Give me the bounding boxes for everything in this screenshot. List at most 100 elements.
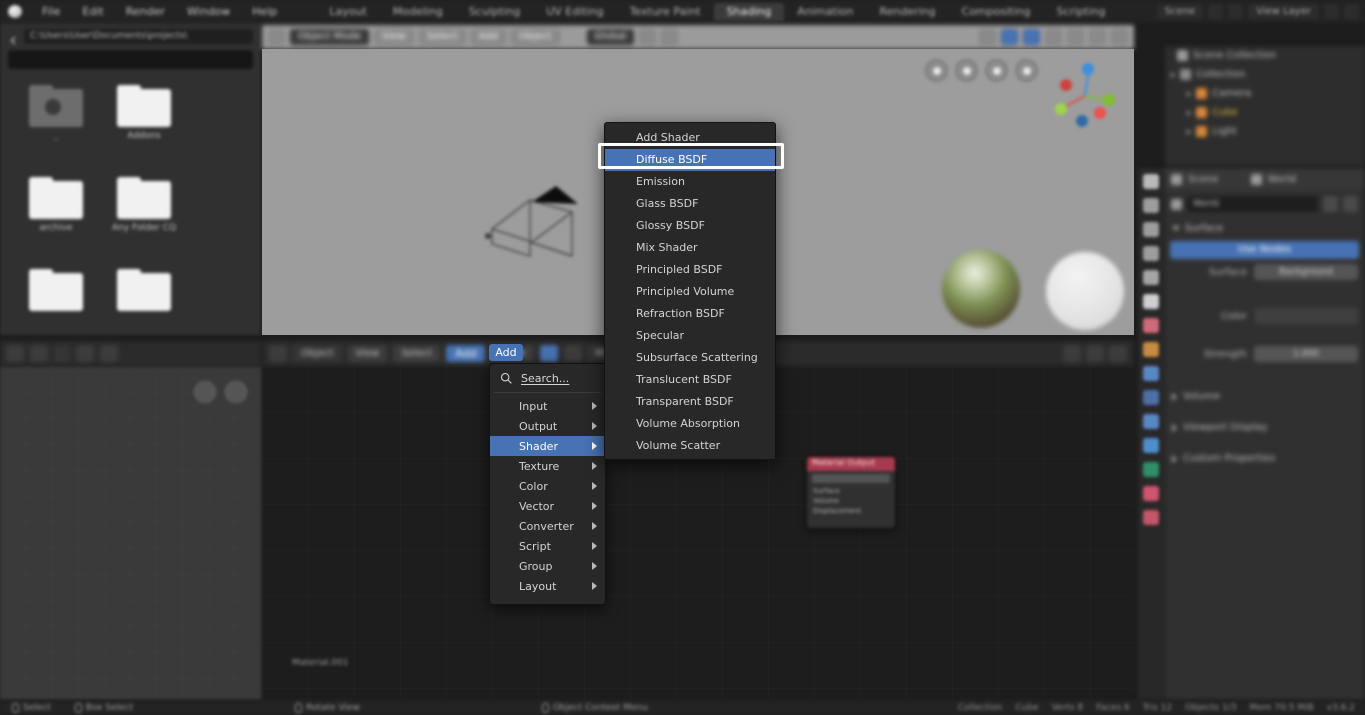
properties-tab-particles[interactable]: [1143, 366, 1159, 381]
properties-tab-object-data[interactable]: [1143, 438, 1159, 453]
shader-item-transparent-bsdf[interactable]: Transparent BSDF: [605, 391, 775, 413]
scene-selector[interactable]: Scene: [1156, 4, 1204, 19]
gizmo-ball-y-neg[interactable]: [1055, 103, 1067, 115]
viewport-gizmo-icon[interactable]: [1089, 29, 1106, 45]
transform-orientation-selector[interactable]: Global: [586, 29, 635, 45]
section-volume[interactable]: Volume: [1164, 385, 1365, 408]
shader-item-glossy-bsdf[interactable]: Glossy BSDF: [605, 215, 775, 237]
file-filter-field[interactable]: [8, 50, 253, 69]
outliner-row-camera[interactable]: Camera: [1165, 84, 1365, 103]
shader-item-principled-volume[interactable]: Principled Volume: [605, 281, 775, 303]
list-item[interactable]: Addons: [100, 85, 188, 177]
properties-tab-output[interactable]: [1143, 222, 1159, 237]
tab-uv-editing[interactable]: UV Editing: [533, 3, 616, 21]
shader-item-principled-bsdf[interactable]: Principled BSDF: [605, 259, 775, 281]
shading-solid-icon[interactable]: [955, 59, 978, 82]
properties-tab-render[interactable]: [1143, 198, 1159, 213]
properties-tab-extra[interactable]: [1143, 510, 1159, 525]
properties-tab-physics[interactable]: [1143, 390, 1159, 405]
shader-item-specular[interactable]: Specular: [605, 325, 775, 347]
viewport-menu-object[interactable]: Object: [510, 29, 560, 45]
section-viewport-display[interactable]: Viewport Display: [1164, 416, 1365, 439]
material-output-node[interactable]: Material Output Surface Volume Displacem…: [806, 456, 896, 529]
secondary-editor-type-icon[interactable]: [6, 345, 24, 362]
disclosure-triangle-icon[interactable]: [1187, 90, 1191, 97]
node-socket-displacement[interactable]: Displacement: [807, 506, 895, 516]
add-menu-item-script[interactable]: Script: [490, 536, 605, 556]
path-field[interactable]: C:\Users\User\Documents\projects\: [24, 29, 253, 44]
secondary-editor-canvas[interactable]: [0, 366, 261, 700]
tab-layout[interactable]: Layout: [316, 3, 379, 21]
navigation-gizmo[interactable]: [1051, 61, 1119, 129]
shader-type-selector[interactable]: Object: [293, 345, 342, 362]
node-socket-volume[interactable]: Volume: [807, 496, 895, 506]
properties-tab-scene[interactable]: [1143, 270, 1159, 285]
shading-wireframe-icon[interactable]: [925, 59, 948, 82]
add-menu-item-output[interactable]: Output: [490, 416, 605, 436]
shader-item-volume-absorption[interactable]: Volume Absorption: [605, 413, 775, 435]
shader-menu-view[interactable]: View: [347, 345, 388, 362]
datablock-new-icon[interactable]: [1323, 196, 1338, 212]
shader-item-mix-shader[interactable]: Mix Shader: [605, 237, 775, 259]
add-menu-item-vector[interactable]: Vector: [490, 496, 605, 516]
shader-item-volume-scatter[interactable]: Volume Scatter: [605, 435, 775, 457]
viewport-menu-select[interactable]: Select: [418, 29, 466, 45]
secondary-editor-filter-icon[interactable]: [100, 345, 118, 362]
secondary-editor-display-icon[interactable]: [76, 345, 94, 362]
shader-item-diffuse-bsdf[interactable]: Diffuse BSDF: [605, 149, 775, 171]
add-menu-item-texture[interactable]: Texture: [490, 456, 605, 476]
properties-tab-texture[interactable]: [1143, 486, 1159, 501]
node-socket-surface[interactable]: Surface: [807, 486, 895, 496]
disclosure-triangle-icon[interactable]: [1187, 128, 1191, 135]
view-layer-selector[interactable]: View Layer: [1248, 4, 1319, 19]
shader-use-nodes-toggle[interactable]: [539, 345, 558, 362]
scene-unlink-icon[interactable]: [1228, 4, 1244, 19]
tab-texture-paint[interactable]: Texture Paint: [617, 3, 714, 21]
viewport-menu-view[interactable]: View: [374, 29, 414, 45]
outliner-row-cube[interactable]: Cube: [1165, 103, 1365, 122]
outliner-row-collection[interactable]: Collection: [1165, 65, 1365, 84]
use-nodes-button[interactable]: Use Nodes: [1170, 241, 1359, 259]
property-strength-value[interactable]: 1.000: [1254, 346, 1358, 362]
shader-overlay-icon[interactable]: [1063, 345, 1081, 362]
menu-render[interactable]: Render: [115, 5, 176, 18]
shader-item-refraction-bsdf[interactable]: Refraction BSDF: [605, 303, 775, 325]
node-field[interactable]: [812, 474, 890, 483]
tab-sculpting[interactable]: Sculpting: [456, 3, 533, 21]
shader-item-glass-bsdf[interactable]: Glass BSDF: [605, 193, 775, 215]
shader-snap-icon[interactable]: [1086, 345, 1104, 362]
camera-wireframe-object[interactable]: [472, 184, 612, 288]
add-menu-item-input[interactable]: Input: [490, 396, 605, 416]
xray-toggle-icon[interactable]: [979, 29, 996, 45]
viewport-shading-rendered-button[interactable]: [1045, 29, 1062, 45]
add-menu-item-shader[interactable]: Shader: [490, 436, 605, 456]
viewport-options-icon[interactable]: [1111, 29, 1128, 45]
proportional-edit-icon[interactable]: [661, 29, 679, 45]
property-surface-value[interactable]: Background: [1254, 264, 1358, 280]
snapping-toggle-icon[interactable]: [639, 29, 657, 45]
gizmo-ball-y-pos[interactable]: [1103, 94, 1115, 106]
shader-editor-type-icon[interactable]: [269, 345, 287, 362]
preview-circle-b[interactable]: [225, 381, 247, 403]
section-custom-properties[interactable]: Custom Properties: [1164, 447, 1365, 470]
viewport-menu-add[interactable]: Add: [470, 29, 506, 45]
list-item[interactable]: archive: [12, 177, 100, 269]
datablock-name-field[interactable]: World: [1187, 196, 1318, 212]
preview-circle-a[interactable]: [194, 381, 216, 403]
white-sphere-object[interactable]: [1046, 252, 1124, 330]
gizmo-ball-x-pos[interactable]: [1060, 79, 1072, 91]
properties-tab-material[interactable]: [1143, 462, 1159, 477]
menu-window[interactable]: Window: [176, 5, 241, 18]
viewport-mode-selector[interactable]: Object Mode: [290, 29, 369, 45]
add-menu-item-group[interactable]: Group: [490, 556, 605, 576]
tab-shading[interactable]: Shading: [713, 2, 785, 21]
list-item[interactable]: ..: [12, 85, 100, 177]
scene-new-icon[interactable]: [1208, 4, 1224, 19]
shading-material-preview-icon[interactable]: [985, 59, 1008, 82]
add-menu-item-converter[interactable]: Converter: [490, 516, 605, 536]
add-menu-item-color[interactable]: Color: [490, 476, 605, 496]
properties-tab-constraints[interactable]: [1143, 414, 1159, 429]
add-menu-button[interactable]: Add: [489, 344, 523, 361]
menu-edit[interactable]: Edit: [71, 5, 114, 18]
section-surface[interactable]: Surface: [1164, 218, 1365, 239]
